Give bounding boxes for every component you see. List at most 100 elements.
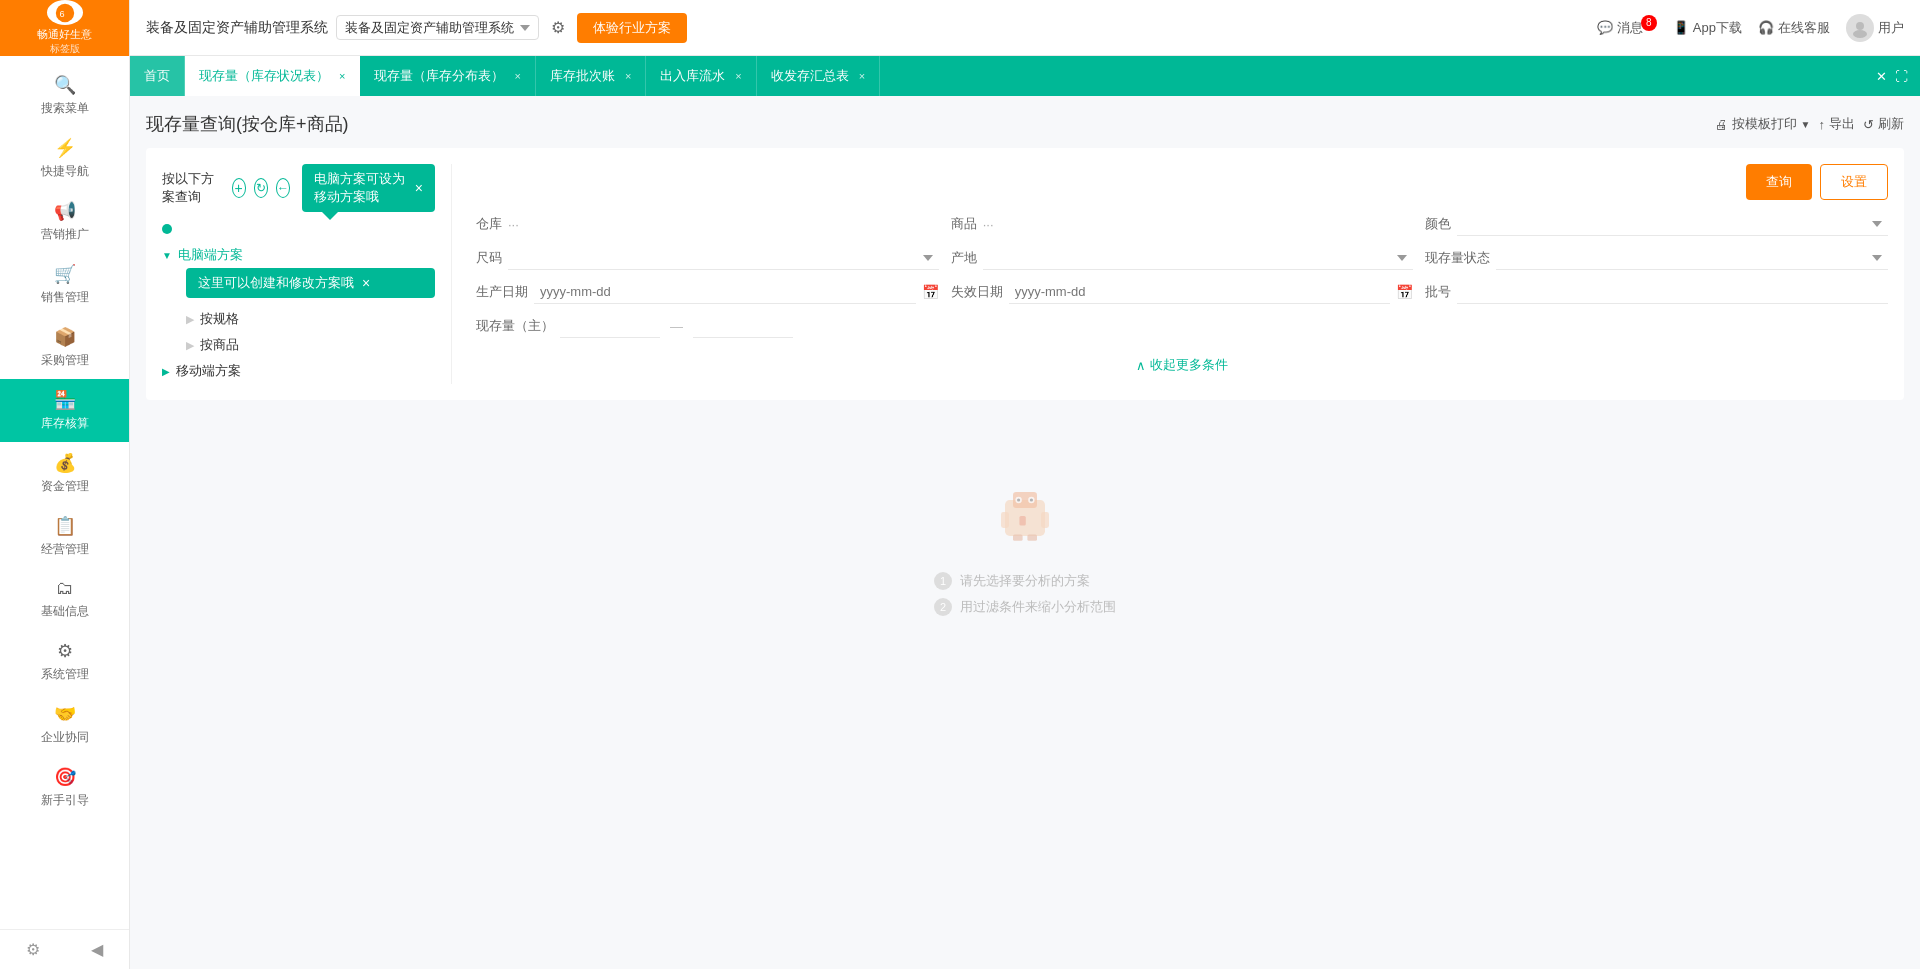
size-label: 尺码 [476,249,502,267]
app-download-action[interactable]: 📱 App下载 [1673,19,1742,37]
sidebar-item-label: 库存核算 [41,415,89,432]
sidebar-item-purchase[interactable]: 📦 采购管理 [0,316,129,379]
filter-back-btn[interactable]: ← [276,178,290,198]
filter-header: 按以下方案查询 + ↻ ← 电脑方案可设为移动方案哦 × [162,164,435,212]
range-separator: — [666,319,687,334]
filter-main-layout: 按以下方案查询 + ↻ ← 电脑方案可设为移动方案哦 × [162,164,1888,384]
calendar-icon-prod[interactable]: 📅 [922,284,939,300]
arrow-right-icon: ▶ [162,366,170,377]
tooltip1-close[interactable]: × [415,180,423,196]
exp-date-input[interactable] [1009,280,1391,304]
user-label: 用户 [1878,19,1904,37]
origin-select[interactable] [983,246,1414,270]
tab-expand-icon[interactable]: ⛶ [1895,69,1908,84]
online-support-action[interactable]: 🎧 在线客服 [1758,19,1830,37]
svg-rect-13 [1013,534,1023,540]
settings-footer-btn[interactable]: ⚙ [26,940,40,959]
sidebar-item-newuser[interactable]: 🎯 新手引导 [0,756,129,819]
tab-home[interactable]: 首页 [130,56,185,96]
scheme-desktop-child-1[interactable]: ▶ 按商品 [186,332,435,358]
sidebar-logo: 6 畅通好生意 标签版 [0,0,129,56]
reset-btn[interactable]: 设置 [1820,164,1888,200]
main-area: 装备及固定资产辅助管理系统 装备及固定资产辅助管理系统 ⚙ 体验行业方案 💬 消… [130,0,1920,969]
filter-field-warehouse: 仓库 ··· [476,215,939,233]
warehouse-more[interactable]: ··· [508,217,939,232]
filter-fields-panel: 查询 设置 仓库 ··· 商品 ··· [468,164,1888,384]
industry-btn[interactable]: 体验行业方案 [577,13,687,43]
sidebar-item-inventory[interactable]: 🏪 库存核算 [0,379,129,442]
empty-tip-2: 2 用过滤条件来缩小分析范围 [934,594,1116,620]
handshake-icon: 🤝 [54,703,76,725]
tab-close-all-icon[interactable]: ✕ [1876,69,1887,84]
sidebar-item-search[interactable]: 🔍 搜索菜单 [0,64,129,127]
stock-status-select[interactable] [1496,246,1888,270]
system-gear-btn[interactable]: ⚙ [547,14,569,41]
filter-field-goods: 商品 ··· [951,215,1414,233]
empty-state: 1 请先选择要分析的方案 2 用过滤条件来缩小分析范围 [146,412,1904,680]
collapse-filter-btn[interactable]: ∧ 收起更多条件 [476,348,1888,382]
tab-inventory-dist[interactable]: 现存量（库存分布表） × [360,56,535,96]
sidebar-item-nav[interactable]: ⚡ 快捷导航 [0,127,129,190]
sidebar-item-system[interactable]: ⚙ 系统管理 [0,630,129,693]
size-select[interactable] [508,246,939,270]
tab-inventory-dist-label: 现存量（库存分布表） [374,67,504,85]
tooltip1-text: 电脑方案可设为移动方案哦 [314,170,407,206]
tab-batch[interactable]: 库存批次账 × [536,56,646,96]
color-select[interactable] [1457,212,1888,236]
tab-close-inout[interactable]: × [735,70,741,82]
filter-area: 按以下方案查询 + ↻ ← 电脑方案可设为移动方案哦 × [146,148,1904,400]
tooltip2-container: 这里可以创建和修改方案哦 × [186,268,435,298]
scheme-child-label: 按商品 [200,336,239,354]
headset-icon: 🎧 [1758,20,1774,35]
filter-field-size: 尺码 [476,246,939,270]
export-btn[interactable]: ↑ 导出 [1819,115,1856,133]
export-label: 导出 [1829,115,1855,133]
page-title-actions: 🖨 按模板打印 ▼ ↑ 导出 ↺ 刷新 [1715,115,1904,133]
print-btn[interactable]: 🖨 按模板打印 ▼ [1715,115,1811,133]
collapse-sidebar-btn[interactable]: ◀ [91,940,103,959]
sidebar-item-label: 企业协同 [41,729,89,746]
scheme-mobile[interactable]: ▶ 移动端方案 [162,358,435,384]
sidebar-item-sales[interactable]: 🛒 销售管理 [0,253,129,316]
messages-badge: 8 [1641,15,1657,31]
svg-point-2 [1856,22,1864,30]
tab-receive[interactable]: 收发存汇总表 × [757,56,880,96]
scheme-desktop[interactable]: ▼ 电脑端方案 [162,242,435,268]
search-btn[interactable]: 查询 [1746,164,1812,200]
user-action[interactable]: 用户 [1846,14,1904,42]
tooltip2-close[interactable]: × [362,275,370,291]
batch-input[interactable] [1457,280,1888,304]
tab-close-inventory-dist[interactable]: × [514,70,520,82]
stock-main-to[interactable] [693,314,793,338]
refresh-btn[interactable]: ↺ 刷新 [1863,115,1904,133]
calendar-icon-exp[interactable]: 📅 [1396,284,1413,300]
scheme-child-label: 按规格 [200,310,239,328]
sidebar-item-basic[interactable]: 🗂 基础信息 [0,568,129,630]
scheme-desktop-label: 电脑端方案 [178,246,243,264]
tab-close-inventory-status[interactable]: × [339,70,345,82]
tab-inout[interactable]: 出入库流水 × [646,56,756,96]
messages-action[interactable]: 💬 消息 8 [1597,19,1657,37]
stock-main-from[interactable] [560,314,660,338]
sidebar-item-company[interactable]: 🤝 企业协同 [0,693,129,756]
tab-close-batch[interactable]: × [625,70,631,82]
svg-rect-6 [1019,516,1025,526]
page-title-row: 现存量查询(按仓库+商品) 🖨 按模板打印 ▼ ↑ 导出 ↺ 刷新 [146,112,1904,136]
goods-more[interactable]: ··· [983,217,1414,232]
filter-add-btn[interactable]: + [232,178,246,198]
sidebar-item-label: 搜索菜单 [41,100,89,117]
filter-field-stock-main: 现存量（主） — [476,314,1888,338]
tab-inventory-status[interactable]: 现存量（库存状况表） × [185,56,360,96]
svg-point-0 [55,3,73,21]
scheme-desktop-child-0[interactable]: ▶ 按规格 [186,306,435,332]
sidebar-item-ops[interactable]: 📋 经营管理 [0,505,129,568]
lightning-icon: ⚡ [54,137,76,159]
filter-cycle-btn[interactable]: ↻ [254,178,268,198]
prod-date-input[interactable] [534,280,916,304]
sidebar-item-finance[interactable]: 💰 资金管理 [0,442,129,505]
system-select[interactable]: 装备及固定资产辅助管理系统 [336,15,539,40]
exp-date-label: 失效日期 [951,283,1003,301]
sidebar-item-marketing[interactable]: 📢 营销推广 [0,190,129,253]
tab-close-receive[interactable]: × [859,70,865,82]
filter-row-1: 仓库 ··· 商品 ··· 颜色 [476,212,1888,236]
